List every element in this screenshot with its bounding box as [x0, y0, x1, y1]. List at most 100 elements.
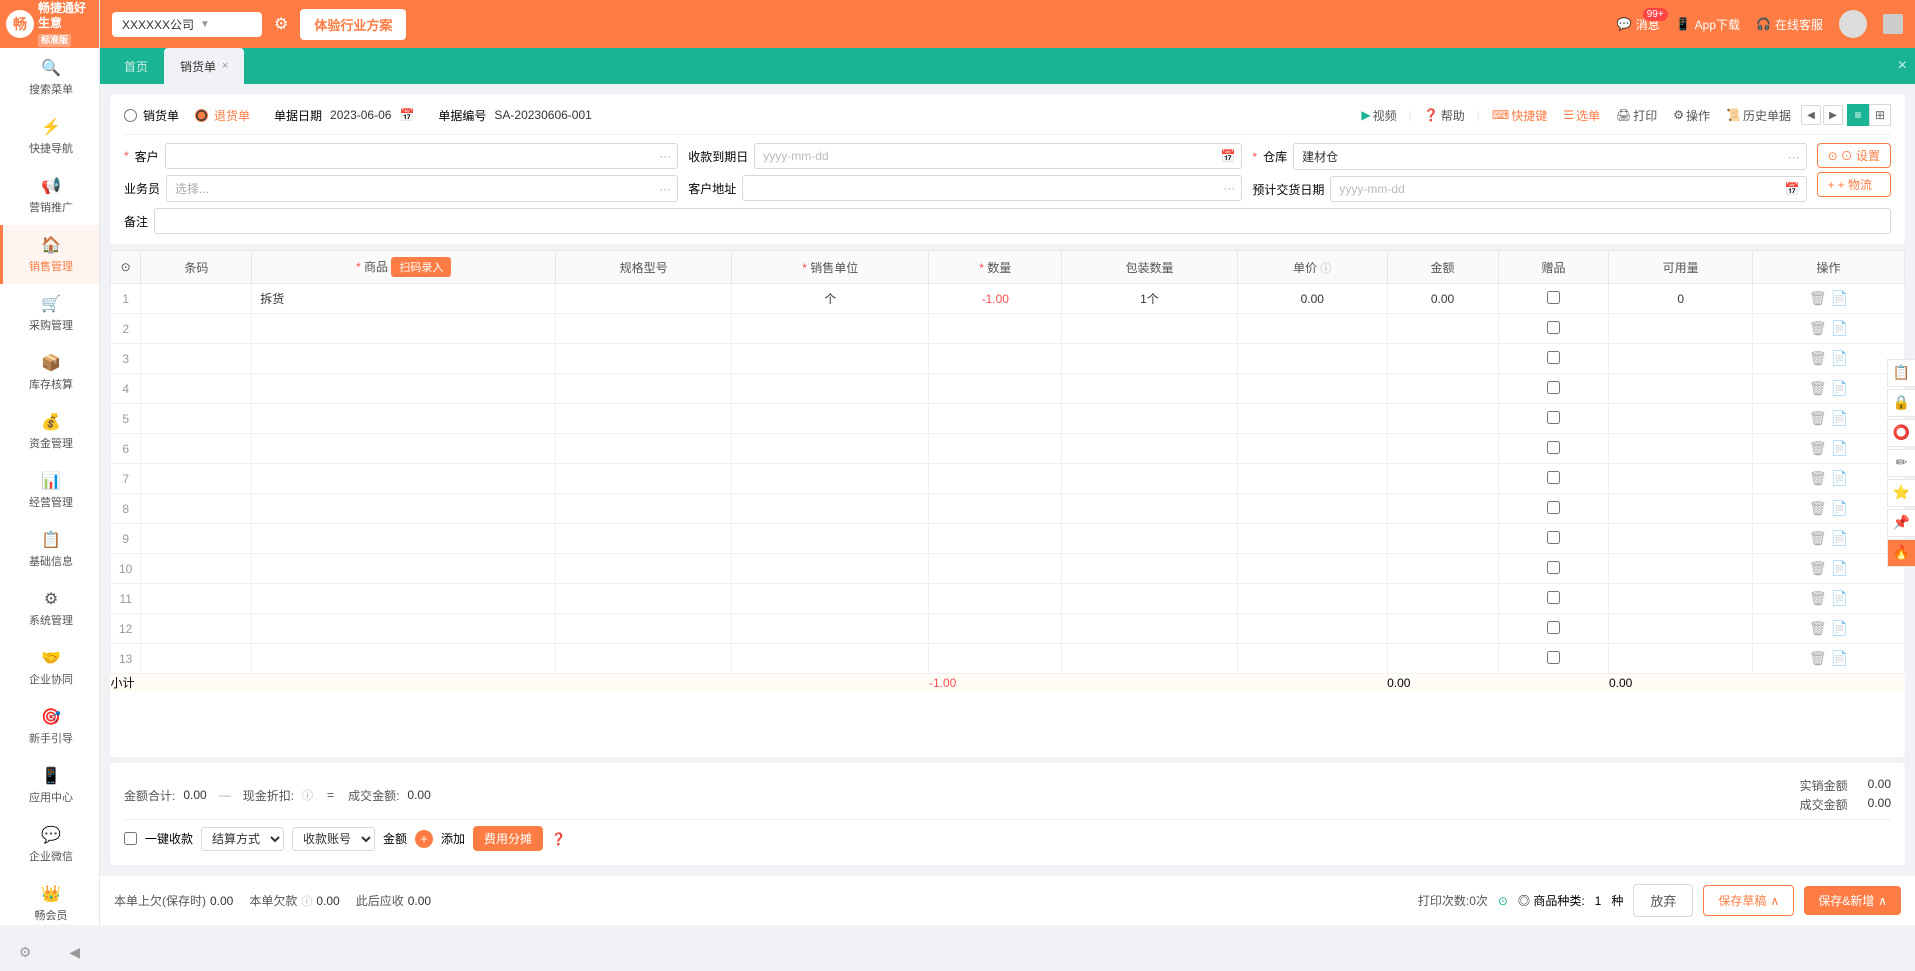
- help-btn[interactable]: ❓ 帮助: [1418, 105, 1471, 126]
- row-pack-qty-5[interactable]: [1062, 404, 1238, 434]
- row-unit-7[interactable]: [732, 464, 929, 494]
- row-delete-icon-7[interactable]: 🗑: [1809, 470, 1827, 487]
- row-delete-icon-1[interactable]: 🗑: [1809, 290, 1827, 307]
- row-copy-icon-6[interactable]: 📄: [1831, 440, 1848, 457]
- row-gift-4[interactable]: [1498, 374, 1609, 404]
- row-delete-icon-3[interactable]: 🗑: [1809, 350, 1827, 367]
- row-gift-12[interactable]: [1498, 614, 1609, 644]
- sidebar-item-operations[interactable]: 📊 经营管理: [0, 461, 99, 520]
- row-pack-qty-1[interactable]: 1个: [1062, 284, 1238, 314]
- expense-split-btn[interactable]: 费用分摊: [473, 826, 543, 851]
- row-amount-7[interactable]: [1387, 464, 1498, 494]
- row-qty-4[interactable]: [929, 374, 1062, 404]
- remarks-input[interactable]: [154, 208, 1891, 234]
- row-price-12[interactable]: [1237, 614, 1387, 644]
- row-delete-icon-12[interactable]: 🗑: [1809, 620, 1827, 637]
- messages-btn[interactable]: 💬 消息 99+: [1617, 16, 1660, 33]
- row-gift-7[interactable]: [1498, 464, 1609, 494]
- debit-info-icon[interactable]: ⓘ: [301, 893, 312, 909]
- video-btn[interactable]: ▶ 视频: [1355, 105, 1402, 126]
- row-pack-qty-7[interactable]: [1062, 464, 1238, 494]
- sidebar-item-finance[interactable]: 💰 资金管理: [0, 402, 99, 461]
- row-barcode-8[interactable]: [141, 494, 252, 524]
- row-qty-7[interactable]: [929, 464, 1062, 494]
- row-pack-qty-2[interactable]: [1062, 314, 1238, 344]
- row-copy-icon-11[interactable]: 📄: [1831, 590, 1848, 607]
- row-amount-11[interactable]: [1387, 584, 1498, 614]
- row-barcode-6[interactable]: [141, 434, 252, 464]
- row-barcode-3[interactable]: [141, 344, 252, 374]
- row-unit-12[interactable]: [732, 614, 929, 644]
- sidebar-collapse-btn[interactable]: ◀: [65, 940, 84, 965]
- row-qty-8[interactable]: [929, 494, 1062, 524]
- topbar-gear-icon[interactable]: ⚙: [270, 10, 292, 38]
- row-barcode-4[interactable]: [141, 374, 252, 404]
- row-pack-qty-13[interactable]: [1062, 644, 1238, 674]
- row-product-8[interactable]: [252, 494, 556, 524]
- sidebar-item-search[interactable]: 🔍 搜索菜单: [0, 48, 99, 107]
- row-barcode-7[interactable]: [141, 464, 252, 494]
- row-price-13[interactable]: [1237, 644, 1387, 674]
- list-view-btn[interactable]: ≡: [1847, 104, 1869, 126]
- row-product-11[interactable]: [252, 584, 556, 614]
- row-pack-qty-6[interactable]: [1062, 434, 1238, 464]
- account-select[interactable]: 收款账号: [292, 827, 375, 851]
- row-spec-12[interactable]: [556, 614, 732, 644]
- row-copy-icon-8[interactable]: 📄: [1831, 500, 1848, 517]
- row-barcode-12[interactable]: [141, 614, 252, 644]
- row-barcode-5[interactable]: [141, 404, 252, 434]
- row-copy-icon-9[interactable]: 📄: [1831, 530, 1848, 547]
- row-spec-9[interactable]: [556, 524, 732, 554]
- row-unit-1[interactable]: 个: [732, 284, 929, 314]
- tab-home[interactable]: 首页: [108, 48, 164, 84]
- row-amount-5[interactable]: [1387, 404, 1498, 434]
- row-product-5[interactable]: [252, 404, 556, 434]
- sidebar-item-wechat[interactable]: 💬 企业微信: [0, 815, 99, 874]
- row-copy-icon-2[interactable]: 📄: [1831, 320, 1848, 337]
- row-spec-6[interactable]: [556, 434, 732, 464]
- rf-btn-2[interactable]: 🔒: [1887, 389, 1915, 417]
- row-spec-13[interactable]: [556, 644, 732, 674]
- row-pack-qty-3[interactable]: [1062, 344, 1238, 374]
- row-copy-icon-10[interactable]: 📄: [1831, 560, 1848, 577]
- delivery-calendar-icon[interactable]: 📅: [1785, 182, 1800, 196]
- row-price-4[interactable]: [1237, 374, 1387, 404]
- logistics-button[interactable]: + + 物流: [1817, 172, 1891, 197]
- row-qty-12[interactable]: [929, 614, 1062, 644]
- row-copy-icon-3[interactable]: 📄: [1831, 350, 1848, 367]
- sidebar-item-system[interactable]: ⚙ 系统管理: [0, 579, 99, 638]
- row-copy-icon-13[interactable]: 📄: [1831, 650, 1848, 667]
- row-copy-icon-4[interactable]: 📄: [1831, 380, 1848, 397]
- row-copy-icon-12[interactable]: 📄: [1831, 620, 1848, 637]
- sidebar-item-app-center[interactable]: 📱 应用中心: [0, 756, 99, 815]
- row-barcode-11[interactable]: [141, 584, 252, 614]
- one-key-pay-checkbox[interactable]: [124, 832, 137, 845]
- user-menu-btn[interactable]: [1883, 14, 1903, 34]
- app-download-btn[interactable]: 📱 App下载: [1676, 16, 1740, 33]
- row-delete-icon-10[interactable]: 🗑: [1809, 560, 1827, 577]
- rf-btn-6[interactable]: 📌: [1887, 509, 1915, 537]
- row-qty-2[interactable]: [929, 314, 1062, 344]
- row-qty-10[interactable]: [929, 554, 1062, 584]
- expense-help-icon[interactable]: ❓: [551, 832, 566, 846]
- row-delete-icon-2[interactable]: 🗑: [1809, 320, 1827, 337]
- row-copy-icon-1[interactable]: 📄: [1831, 290, 1848, 307]
- add-payment-btn[interactable]: +: [415, 830, 433, 848]
- row-gift-6[interactable]: [1498, 434, 1609, 464]
- row-product-2[interactable]: [252, 314, 556, 344]
- receipt-date-calendar-icon[interactable]: 📅: [1220, 149, 1235, 163]
- row-price-11[interactable]: [1237, 584, 1387, 614]
- sidebar-item-inventory[interactable]: 📦 库存核算: [0, 343, 99, 402]
- shortcut-btn[interactable]: ⌨ 快捷键: [1486, 105, 1553, 126]
- row-qty-1[interactable]: -1.00: [929, 284, 1062, 314]
- row-barcode-10[interactable]: [141, 554, 252, 584]
- rf-btn-4[interactable]: ✏: [1887, 449, 1915, 477]
- row-pack-qty-4[interactable]: [1062, 374, 1238, 404]
- discount-info-icon[interactable]: ⓘ: [302, 787, 313, 803]
- row-unit-2[interactable]: [732, 314, 929, 344]
- sidebar-item-enterprise[interactable]: 🤝 企业协同: [0, 638, 99, 697]
- row-delete-icon-11[interactable]: 🗑: [1809, 590, 1827, 607]
- row-amount-2[interactable]: [1387, 314, 1498, 344]
- sidebar-item-sales[interactable]: 🏠 销售管理: [0, 225, 99, 284]
- row-spec-11[interactable]: [556, 584, 732, 614]
